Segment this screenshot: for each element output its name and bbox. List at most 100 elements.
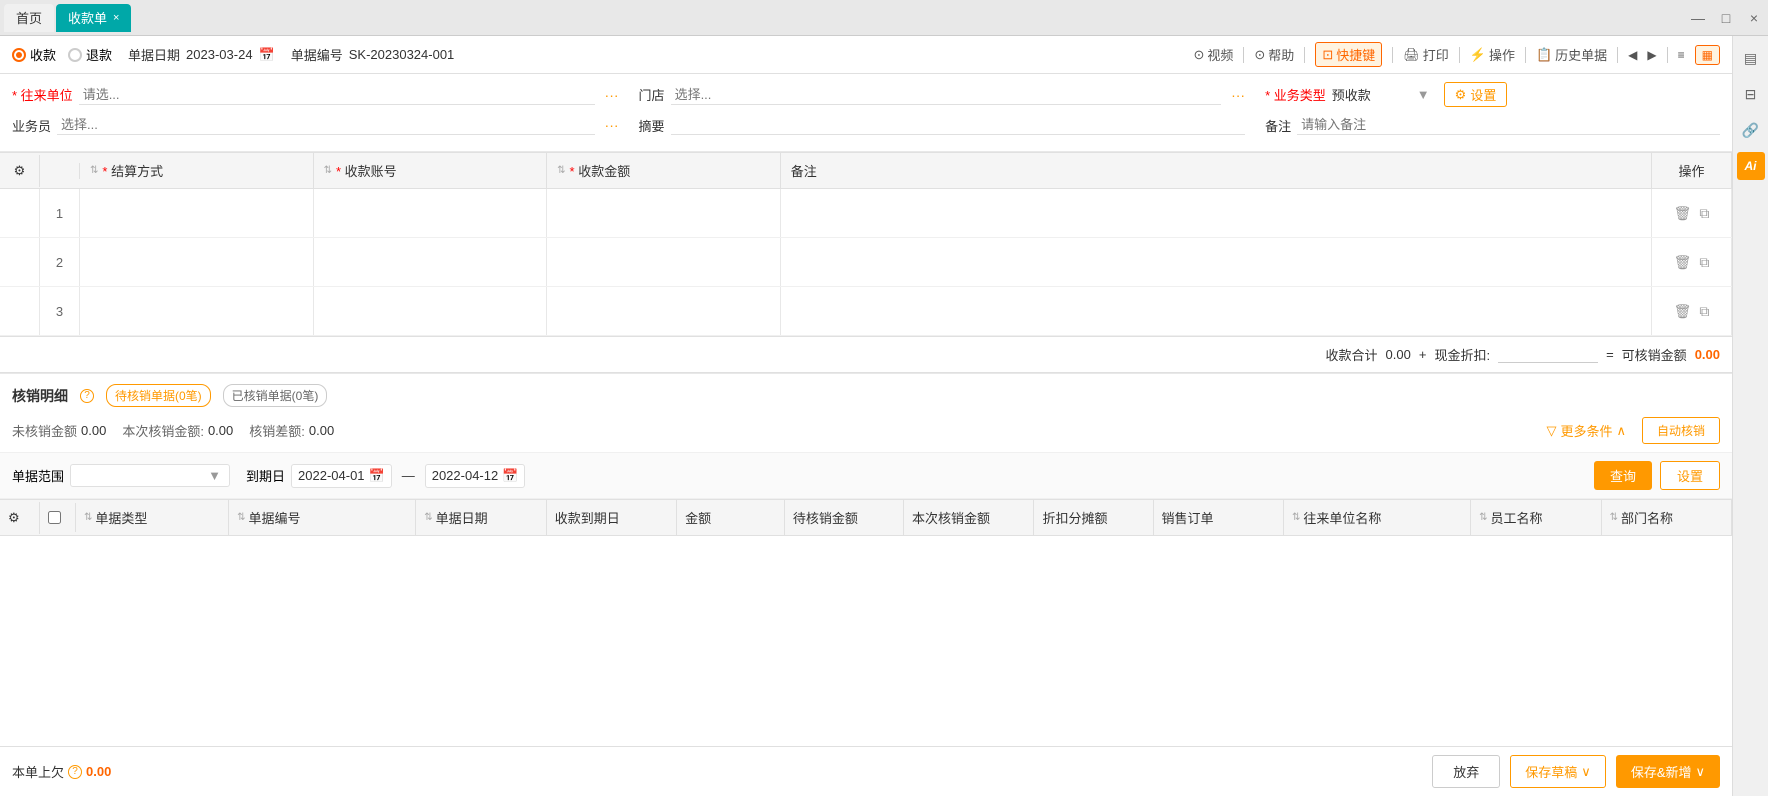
- discount-input[interactable]: [1498, 347, 1598, 363]
- tab-pending[interactable]: 待核销单据(0笔): [106, 384, 211, 407]
- range-select[interactable]: ▼: [70, 464, 230, 487]
- td-amount-3[interactable]: [547, 287, 781, 335]
- history-button[interactable]: 📋 历史单据: [1536, 45, 1607, 64]
- td-rownum-1: 1: [40, 189, 80, 237]
- tab-close-icon[interactable]: ×: [113, 12, 119, 24]
- copy-icon-1[interactable]: ⧉: [1699, 205, 1709, 222]
- radio-refund[interactable]: 退款: [68, 45, 112, 64]
- date-to-input[interactable]: 2022-04-12 📅: [425, 464, 526, 488]
- td-settlement-2[interactable]: [80, 238, 314, 286]
- view-grid-button[interactable]: ▦: [1695, 45, 1720, 65]
- bth-checkbox[interactable]: [40, 503, 76, 532]
- print-button[interactable]: 🖨 打印: [1403, 45, 1449, 64]
- setting-button[interactable]: ⚙ 设置: [1444, 82, 1508, 107]
- td-settlement-3[interactable]: [80, 287, 314, 335]
- bth-current: 本次核销金额: [904, 500, 1034, 535]
- store-more-icon[interactable]: ···: [1231, 87, 1245, 103]
- td-account-3[interactable]: [314, 287, 548, 335]
- date-from-input[interactable]: 2022-04-01 📅: [291, 464, 392, 488]
- copy-icon-3[interactable]: ⧉: [1699, 303, 1709, 320]
- business-type-arrow[interactable]: ▼: [1417, 87, 1430, 102]
- more-conditions-label: 更多条件: [1560, 421, 1612, 440]
- help-button[interactable]: ⊙ 帮助: [1254, 45, 1294, 64]
- table-row: 3 🗑 ⧉: [0, 287, 1732, 336]
- td-action-2: 🗑 ⧉: [1652, 238, 1732, 286]
- td-remark-3[interactable]: [781, 287, 1652, 335]
- th-remark: 备注: [781, 153, 1652, 188]
- form-area: 往来单位 ··· 门店 ··· 业务类型 预收款 ▼ ⚙ 设置: [0, 74, 1732, 152]
- td-rownum-3: 3: [40, 287, 80, 335]
- td-amount-2[interactable]: [547, 238, 781, 286]
- nav-left-button[interactable]: ◀: [1628, 48, 1637, 62]
- partner-label: 往来单位: [12, 85, 73, 104]
- date-to-calendar-icon[interactable]: 📅: [502, 468, 518, 484]
- delete-icon-2[interactable]: 🗑: [1674, 254, 1692, 271]
- close-button[interactable]: ×: [1744, 8, 1764, 28]
- date-calendar-icon[interactable]: 📅: [259, 47, 275, 63]
- td-settlement-1[interactable]: [80, 189, 314, 237]
- sort-partner-icon: ⇅: [1292, 512, 1300, 523]
- abandon-button[interactable]: 放弃: [1432, 755, 1500, 788]
- tab-done[interactable]: 已核销单据(0笔): [223, 384, 328, 407]
- sidebar-table-icon[interactable]: ▤: [1737, 44, 1765, 72]
- range-label: 单据范围: [12, 466, 64, 485]
- salesperson-more-icon[interactable]: ···: [605, 117, 619, 133]
- sidebar-list-icon[interactable]: ⊟: [1737, 80, 1765, 108]
- writeoff-help-icon[interactable]: ?: [80, 389, 94, 403]
- view-list-button[interactable]: ≡: [1678, 48, 1685, 62]
- minimize-button[interactable]: —: [1688, 8, 1708, 28]
- select-all-checkbox[interactable]: [48, 511, 61, 524]
- video-button[interactable]: ⊙ 视频: [1193, 45, 1233, 64]
- shortcut-button[interactable]: ⊡ 快捷键: [1315, 42, 1382, 67]
- copy-icon-2[interactable]: ⧉: [1699, 254, 1709, 271]
- bth-discount-label: 折扣分摊额: [1042, 508, 1107, 527]
- store-input[interactable]: [671, 85, 1222, 105]
- partner-more-icon[interactable]: ···: [605, 87, 619, 103]
- number-label: 单据编号: [291, 45, 343, 64]
- maximize-button[interactable]: □: [1716, 8, 1736, 28]
- td-rownum-2: 2: [40, 238, 80, 286]
- salesperson-input[interactable]: [57, 115, 595, 135]
- summary-input[interactable]: [671, 115, 1246, 135]
- td-remark-2[interactable]: [781, 238, 1652, 286]
- sidebar-ai-icon[interactable]: Ai: [1737, 152, 1765, 180]
- filter-setting-button[interactable]: 设置: [1660, 461, 1720, 490]
- tab-receipt[interactable]: 收款单 ×: [56, 4, 131, 32]
- history-label: 历史单据: [1555, 45, 1607, 64]
- business-type-field: 业务类型 预收款 ▼ ⚙ 设置: [1265, 82, 1720, 107]
- nav-right-button[interactable]: ▶: [1647, 48, 1656, 62]
- query-button[interactable]: 查询: [1594, 461, 1652, 490]
- tab-home[interactable]: 首页: [4, 4, 54, 32]
- save-new-button[interactable]: 保存&新增 ∨: [1616, 755, 1720, 788]
- per-order-stat: 本单上欠 ? 0.00: [12, 762, 111, 781]
- form-row-2: 业务员 ··· 摘要 备注: [12, 115, 1720, 135]
- partner-input[interactable]: [79, 85, 595, 105]
- delete-icon-1[interactable]: 🗑: [1674, 205, 1692, 222]
- range-filter: 单据范围 ▼: [12, 464, 230, 487]
- delete-icon-3[interactable]: 🗑: [1674, 303, 1692, 320]
- unwritten-stat: 未核销金额 0.00: [12, 421, 106, 440]
- td-remark-1[interactable]: [781, 189, 1652, 237]
- radio-income[interactable]: 收款: [12, 45, 56, 64]
- bth-gear[interactable]: ⚙: [0, 502, 40, 534]
- auto-writeoff-button[interactable]: 自动核销: [1642, 417, 1720, 444]
- salesperson-field: 业务员 ···: [12, 115, 619, 135]
- note-input[interactable]: [1297, 115, 1720, 135]
- date-value[interactable]: 2023-03-24: [186, 47, 253, 62]
- divider1: [1243, 47, 1244, 63]
- date-from-calendar-icon[interactable]: 📅: [369, 468, 385, 484]
- per-order-help-icon[interactable]: ?: [68, 765, 82, 779]
- td-account-2[interactable]: [314, 238, 548, 286]
- radio-group: 收款 退款: [12, 45, 112, 64]
- operation-button[interactable]: ⚡ 操作: [1470, 45, 1515, 64]
- td-account-1[interactable]: [314, 189, 548, 237]
- th-gear[interactable]: ⚙: [0, 155, 40, 187]
- divider5: [1525, 47, 1526, 63]
- more-conditions-button[interactable]: ▽ 更多条件 ∧: [1546, 421, 1626, 440]
- td-amount-1[interactable]: [547, 189, 781, 237]
- sidebar-link-icon[interactable]: 🔗: [1737, 116, 1765, 144]
- save-draft-button[interactable]: 保存草稿 ∨: [1510, 755, 1606, 788]
- bth-pending-label: 待核销金额: [793, 508, 858, 527]
- number-value: SK-20230324-001: [349, 47, 455, 62]
- video-icon: ⊙: [1193, 47, 1204, 63]
